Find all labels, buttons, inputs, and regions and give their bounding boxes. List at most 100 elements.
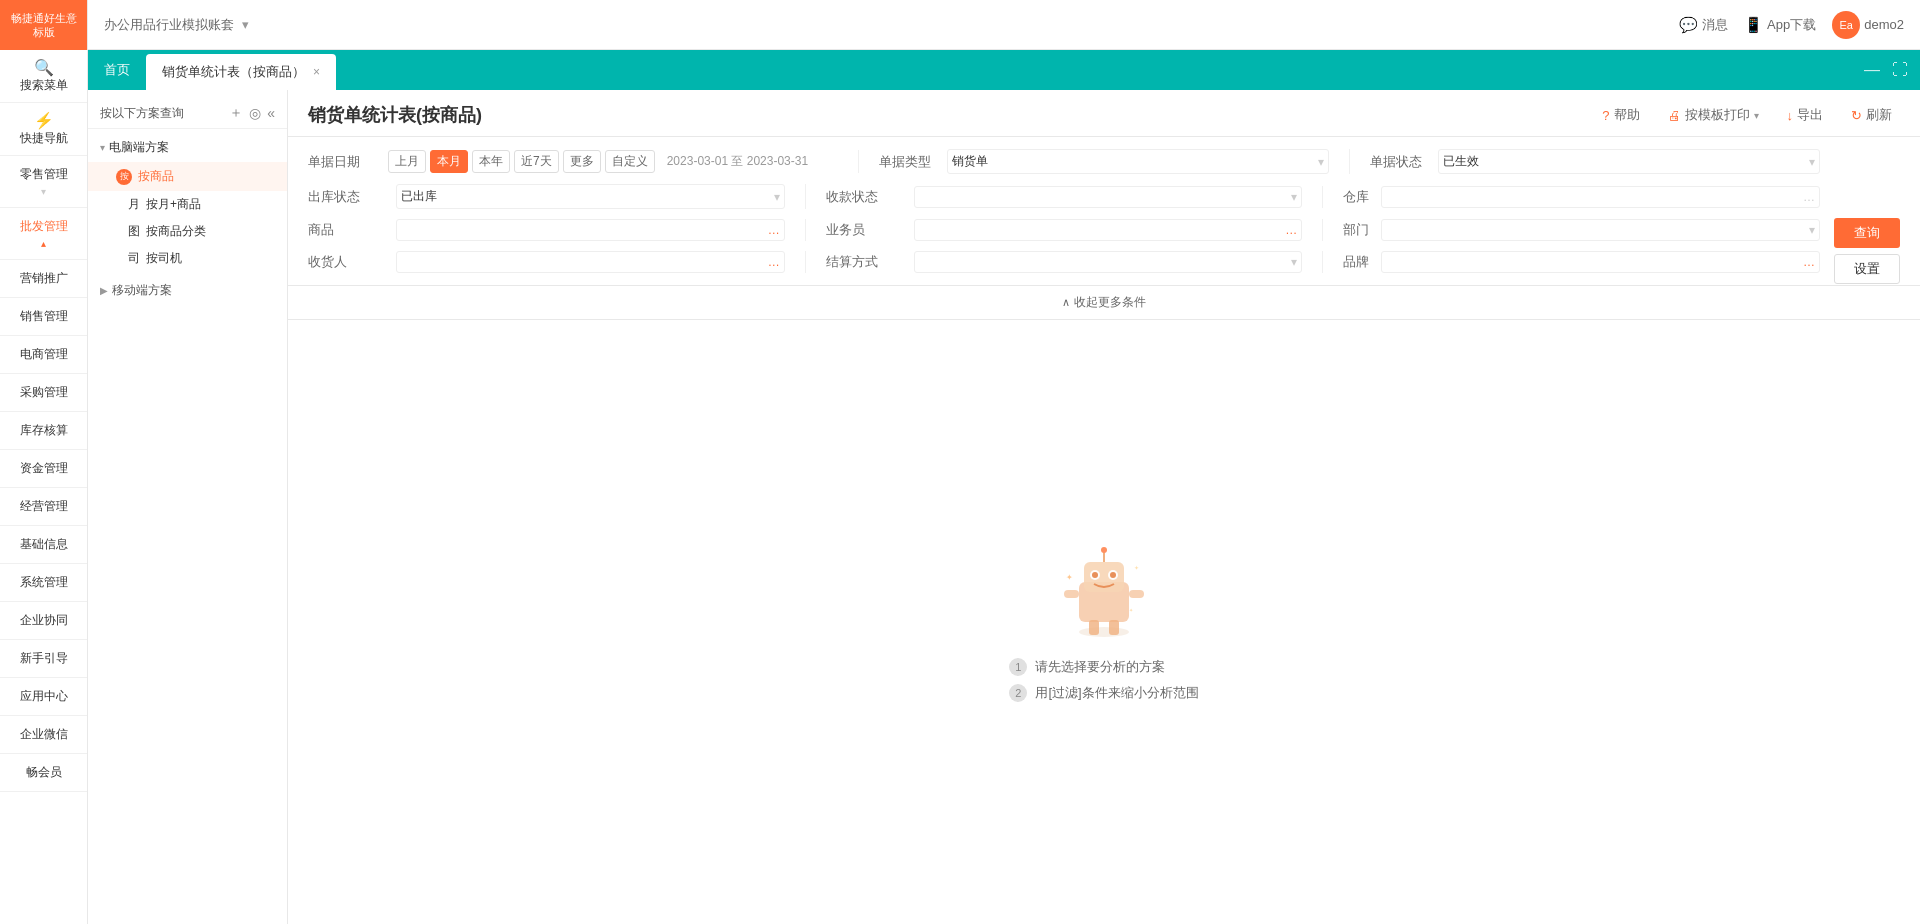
sidebar-item-finance[interactable]: 资金管理 <box>0 450 87 488</box>
svg-rect-10 <box>1129 590 1144 598</box>
goods-dots-icon[interactable]: … <box>768 223 780 237</box>
date-label: 单据日期 <box>308 153 388 171</box>
print-dropdown-icon: ▾ <box>1754 110 1759 121</box>
salesman-dots-icon[interactable]: … <box>1285 223 1297 237</box>
collapse-panel-btn[interactable]: « <box>267 105 275 121</box>
salesman-input[interactable]: … <box>914 219 1303 241</box>
avatar: Ea <box>1832 11 1860 39</box>
sidebar-item-sysadmin[interactable]: 系统管理 <box>0 564 87 602</box>
tab-bar-actions: — ⛶ <box>1860 57 1920 83</box>
sidebar-item-sales[interactable]: 销售管理 <box>0 298 87 336</box>
warehouse-label: 仓库 <box>1343 188 1373 206</box>
query-btn[interactable]: 查询 <box>1834 218 1900 248</box>
app-download-btn[interactable]: 📱 App下载 <box>1744 16 1816 34</box>
scheme-item-by-goods[interactable]: 按 按商品 <box>88 162 287 191</box>
receiver-dots-icon[interactable]: … <box>768 255 780 269</box>
settle-select[interactable]: ▾ <box>914 251 1303 273</box>
user-profile-btn[interactable]: Ea demo2 <box>1832 11 1904 39</box>
settle-label: 结算方式 <box>826 253 906 271</box>
svg-point-6 <box>1110 572 1116 578</box>
mobile-group: ▶ 移动端方案 <box>88 276 287 305</box>
app-logo: 畅捷通好生意 标版 <box>0 0 87 50</box>
sidebar-item-wechat[interactable]: 企业微信 <box>0 716 87 754</box>
sidebar-item-appcenter[interactable]: 应用中心 <box>0 678 87 716</box>
settings-btn[interactable]: 设置 <box>1834 254 1900 284</box>
warehouse-status-dropdown-icon: ▾ <box>774 190 780 204</box>
svg-point-5 <box>1092 572 1098 578</box>
filter-row-1: 单据日期 上月 本月 本年 近7天 更多 自定义 2023-03-01 至 20… <box>308 149 1900 174</box>
page-title: 销货单统计表(按商品) <box>308 103 482 127</box>
shortcut-last-7days[interactable]: 近7天 <box>514 150 559 173</box>
shortcut-custom[interactable]: 自定义 <box>605 150 655 173</box>
tab-home[interactable]: 首页 <box>88 50 146 90</box>
help-btn[interactable]: ? 帮助 <box>1594 102 1647 128</box>
sidebar-item-member[interactable]: 畅会员 <box>0 754 87 792</box>
goods-input[interactable]: … <box>396 219 785 241</box>
sidebar-item-quicknav[interactable]: ⚡ 快捷导航 <box>0 103 87 156</box>
sidebar: 畅捷通好生意 标版 🔍 搜索菜单 ⚡ 快捷导航 零售管理 ▾ 批发管理 ▴ 营销… <box>0 0 88 924</box>
sidebar-item-search[interactable]: 🔍 搜索菜单 <box>0 50 87 103</box>
sidebar-item-inventory[interactable]: 库存核算 <box>0 412 87 450</box>
doc-status-select[interactable]: 已生效 ▾ <box>1438 149 1820 174</box>
export-btn[interactable]: ↓ 导出 <box>1779 102 1832 128</box>
shortcut-more[interactable]: 更多 <box>563 150 601 173</box>
header-left: 办公用品行业模拟账套 ▾ <box>104 16 249 34</box>
chevron-down-icon: ▾ <box>100 142 105 153</box>
tab-maximize-btn[interactable]: ⛶ <box>1888 57 1912 83</box>
svg-point-0 <box>1079 627 1129 637</box>
logo-line2: 标版 <box>33 25 55 39</box>
main-area: 办公用品行业模拟账套 ▾ 💬 消息 📱 App下载 Ea demo2 首页 <box>88 0 1920 924</box>
chevron-icon: ▾ <box>41 186 46 197</box>
sidebar-item-marketing[interactable]: 营销推广 <box>0 260 87 298</box>
svg-point-8 <box>1101 547 1107 553</box>
message-btn[interactable]: 💬 消息 <box>1679 16 1728 34</box>
sidebar-item-retail[interactable]: 零售管理 ▾ <box>0 156 87 208</box>
tab-close-btn[interactable]: × <box>313 65 320 79</box>
sidebar-item-collab[interactable]: 企业协同 <box>0 602 87 640</box>
subtitle-dropdown-icon[interactable]: ▾ <box>242 17 249 32</box>
dept-select[interactable]: ▾ <box>1381 219 1820 241</box>
collapse-bar[interactable]: ∧ 收起更多条件 <box>288 286 1920 320</box>
brand-label: 品牌 <box>1343 253 1373 271</box>
warehouse-status-label: 出库状态 <box>308 188 388 206</box>
receiver-input[interactable]: … <box>396 251 785 273</box>
doc-type-dropdown-icon: ▾ <box>1318 155 1324 169</box>
dept-label: 部门 <box>1343 221 1373 239</box>
refresh-btn[interactable]: ↻ 刷新 <box>1843 102 1900 128</box>
scheme-item-category[interactable]: 图 按商品分类 <box>88 218 287 245</box>
print-btn[interactable]: 🖨 按模板打印 ▾ <box>1660 102 1767 128</box>
sidebar-item-purchase[interactable]: 采购管理 <box>0 374 87 412</box>
payment-status-select[interactable]: ▾ <box>914 186 1303 208</box>
svg-text:✦: ✦ <box>1134 565 1139 571</box>
doc-type-select[interactable]: 销货单 ▾ <box>947 149 1329 174</box>
add-scheme-btn[interactable]: ＋ <box>229 104 243 122</box>
export-icon: ↓ <box>1787 108 1794 123</box>
payment-status-label: 收款状态 <box>826 188 906 206</box>
message-icon: 💬 <box>1679 16 1698 34</box>
brand-input[interactable]: … <box>1381 251 1820 273</box>
empty-state: ✦ ✦ ✦ 1 请先选择要分析的方案 2 用[过滤]条件来缩小分析范围 <box>288 320 1920 924</box>
scheme-item-driver[interactable]: 司 按司机 <box>88 245 287 272</box>
scheme-item-month-goods[interactable]: 月 按月+商品 <box>88 191 287 218</box>
tab-minimize-btn[interactable]: — <box>1860 57 1884 83</box>
sidebar-item-operations[interactable]: 经营管理 <box>0 488 87 526</box>
brand-dots-icon[interactable]: … <box>1803 255 1815 269</box>
mobile-group-header[interactable]: ▶ 移动端方案 <box>88 276 287 305</box>
shortcut-last-month[interactable]: 上月 <box>388 150 426 173</box>
settings-scheme-btn[interactable]: ◎ <box>249 105 261 121</box>
sidebar-item-wholesale[interactable]: 批发管理 ▴ <box>0 208 87 260</box>
sidebar-item-newuser[interactable]: 新手引导 <box>0 640 87 678</box>
chevron-right-icon: ▶ <box>100 285 108 296</box>
salesman-label: 业务员 <box>826 221 906 239</box>
desktop-group-header[interactable]: ▾ 电脑端方案 <box>88 133 287 162</box>
sidebar-item-basicinfo[interactable]: 基础信息 <box>0 526 87 564</box>
tab-sales-stats[interactable]: 销货单统计表（按商品） × <box>146 54 336 90</box>
warehouse-status-select[interactable]: 已出库 ▾ <box>396 184 785 209</box>
shortcut-this-year[interactable]: 本年 <box>472 150 510 173</box>
warehouse-input[interactable]: … <box>1381 186 1820 208</box>
filter-row-3: 商品 … 业务员 … 部门 <box>308 219 1900 241</box>
filter-row-2: 出库状态 已出库 ▾ 收款状态 ▾ 仓库 <box>308 184 1900 209</box>
sidebar-item-ecommerce[interactable]: 电商管理 <box>0 336 87 374</box>
shortcut-this-month[interactable]: 本月 <box>430 150 468 173</box>
svg-rect-11 <box>1089 620 1099 635</box>
